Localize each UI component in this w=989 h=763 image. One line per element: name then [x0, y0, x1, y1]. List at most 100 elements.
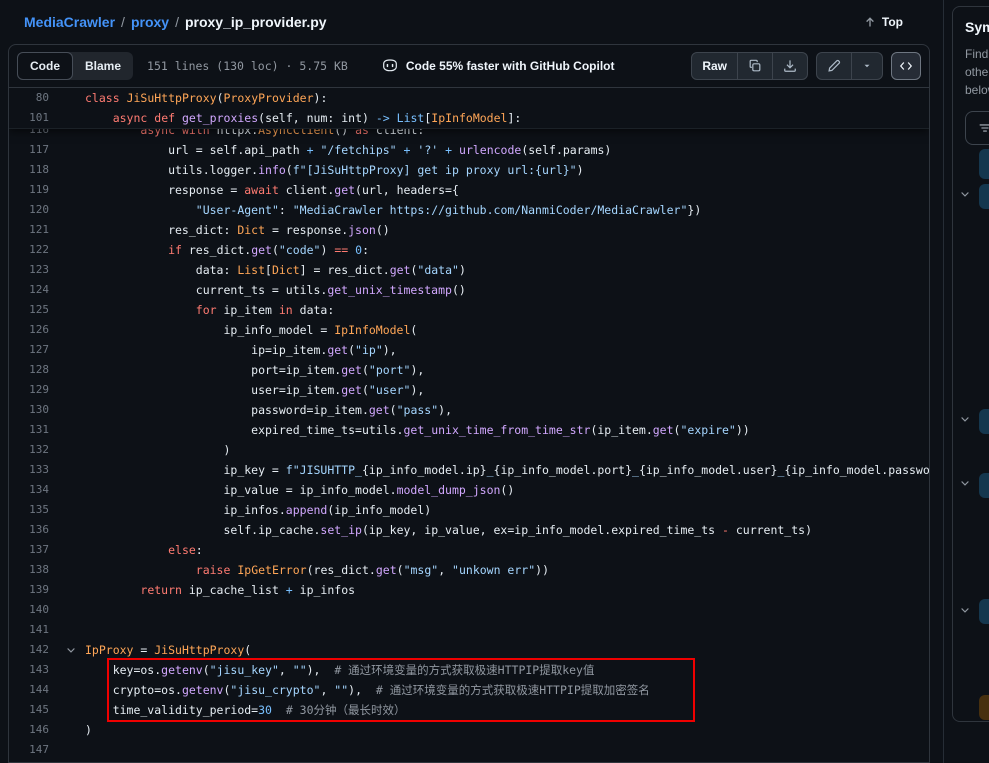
- description-line: other symbols in this file by clicking a…: [965, 63, 989, 81]
- gutter-spacer: [57, 660, 85, 680]
- code-editor: 116 async with httpx.AsyncClient() as cl…: [9, 88, 929, 762]
- code-line: 121 res_dict: Dict = response.json(): [9, 220, 929, 240]
- code-line: 123 data: List[Dict] = res_dict.get("dat…: [9, 260, 929, 280]
- symbol-item[interactable]: [979, 149, 989, 179]
- code-line: 134 ip_value = ip_info_model.model_dump_…: [9, 480, 929, 500]
- chevron-down-icon[interactable]: [959, 476, 971, 494]
- line-number[interactable]: 101: [9, 108, 57, 128]
- breadcrumb-filename: proxy_ip_provider.py: [185, 14, 327, 30]
- copy-icon: [748, 59, 762, 73]
- description-line: below.: [965, 81, 989, 99]
- line-number[interactable]: 118: [9, 160, 57, 180]
- gutter-spacer: [57, 340, 85, 360]
- code-text: key=os.getenv("jisu_key", ""), # 通过环境变量的…: [85, 660, 929, 680]
- gutter-spacer: [57, 720, 85, 740]
- line-number[interactable]: 126: [9, 320, 57, 340]
- chevron-down-icon[interactable]: [959, 412, 971, 430]
- line-number[interactable]: 138: [9, 560, 57, 580]
- line-number[interactable]: 144: [9, 680, 57, 700]
- collapse-chevron-icon[interactable]: [57, 640, 85, 660]
- symbols-panel-description: Find definitions and references for func…: [965, 45, 989, 99]
- line-number[interactable]: 132: [9, 440, 57, 460]
- code-text: res_dict: Dict = response.json(): [85, 220, 929, 240]
- symbol-item[interactable]: [979, 184, 989, 209]
- code-text: expired_time_ts=utils.get_unix_time_from…: [85, 420, 929, 440]
- gutter-spacer: [57, 240, 85, 260]
- line-number[interactable]: 146: [9, 720, 57, 740]
- symbol-item[interactable]: [979, 409, 989, 434]
- breadcrumb-folder-link[interactable]: proxy: [131, 14, 169, 30]
- gutter-spacer: [57, 420, 85, 440]
- breadcrumb-separator: /: [175, 14, 179, 30]
- line-number[interactable]: 135: [9, 500, 57, 520]
- line-number[interactable]: 136: [9, 520, 57, 540]
- chevron-down-icon[interactable]: [959, 187, 971, 205]
- raw-button[interactable]: Raw: [692, 53, 738, 79]
- copilot-banner[interactable]: Code 55% faster with GitHub Copilot: [382, 58, 615, 74]
- breadcrumb: MediaCrawler / proxy / proxy_ip_provider…: [0, 0, 943, 44]
- code-line: 133 ip_key = f"JISUHTTP_{ip_info_model.i…: [9, 460, 929, 480]
- line-number[interactable]: 119: [9, 180, 57, 200]
- line-number[interactable]: 131: [9, 420, 57, 440]
- line-number[interactable]: 133: [9, 460, 57, 480]
- code-line: 132 ): [9, 440, 929, 460]
- file-meta: 151 lines (130 loc) · 5.75 KB: [147, 59, 348, 73]
- line-number[interactable]: 137: [9, 540, 57, 560]
- code-line: 125 for ip_item in data:: [9, 300, 929, 320]
- breadcrumb-repo-link[interactable]: MediaCrawler: [24, 14, 115, 30]
- line-number[interactable]: 120: [9, 200, 57, 220]
- line-number[interactable]: 117: [9, 140, 57, 160]
- code-view-column: MediaCrawler / proxy / proxy_ip_provider…: [0, 0, 944, 763]
- line-number[interactable]: 128: [9, 360, 57, 380]
- line-number[interactable]: 143: [9, 660, 57, 680]
- line-number[interactable]: 140: [9, 600, 57, 620]
- symbol-item[interactable]: [979, 599, 989, 624]
- copy-button[interactable]: [738, 53, 773, 79]
- line-number[interactable]: 130: [9, 400, 57, 420]
- triangle-down-icon: [862, 61, 872, 71]
- line-number[interactable]: 127: [9, 340, 57, 360]
- line-number[interactable]: 125: [9, 300, 57, 320]
- symbols-panel-toggle[interactable]: [891, 52, 921, 80]
- line-number[interactable]: 124: [9, 280, 57, 300]
- filter-symbols-input[interactable]: [965, 111, 989, 145]
- gutter-spacer: [57, 620, 85, 640]
- scroll-to-top-button[interactable]: Top: [864, 15, 903, 29]
- gutter-spacer: [57, 600, 85, 620]
- edit-button[interactable]: [817, 53, 852, 79]
- edit-dropdown-button[interactable]: [852, 53, 882, 79]
- tab-code[interactable]: Code: [17, 52, 73, 80]
- code-line: 143 key=os.getenv("jisu_key", ""), # 通过环…: [9, 660, 929, 680]
- symbol-item[interactable]: [979, 473, 989, 498]
- chevron-down-icon[interactable]: [959, 603, 971, 621]
- gutter-spacer: [57, 160, 85, 180]
- tab-blame[interactable]: Blame: [73, 52, 133, 80]
- gutter-spacer: [57, 580, 85, 600]
- code-line: 135 ip_infos.append(ip_info_model): [9, 500, 929, 520]
- top-label: Top: [882, 15, 903, 29]
- download-button[interactable]: [773, 53, 807, 79]
- gutter-spacer: [57, 380, 85, 400]
- code-line: 127 ip=ip_item.get("ip"),: [9, 340, 929, 360]
- copilot-banner-text: Code 55% faster with GitHub Copilot: [406, 59, 615, 73]
- line-number[interactable]: 142: [9, 640, 57, 660]
- line-number[interactable]: 122: [9, 240, 57, 260]
- line-number[interactable]: 80: [9, 88, 57, 108]
- code-line: 144 crypto=os.getenv("jisu_crypto", ""),…: [9, 680, 929, 700]
- symbol-item[interactable]: [979, 695, 989, 720]
- arrow-up-icon: [864, 16, 876, 28]
- code-text: [85, 600, 929, 620]
- code-text: response = await client.get(url, headers…: [85, 180, 929, 200]
- line-number[interactable]: 121: [9, 220, 57, 240]
- code-text: else:: [85, 540, 929, 560]
- line-number[interactable]: 123: [9, 260, 57, 280]
- line-number[interactable]: 129: [9, 380, 57, 400]
- gutter-spacer: [57, 740, 85, 760]
- line-number[interactable]: 139: [9, 580, 57, 600]
- line-number[interactable]: 145: [9, 700, 57, 720]
- line-number[interactable]: 147: [9, 740, 57, 760]
- code-text: ip_key = f"JISUHTTP_{ip_info_model.ip}_{…: [85, 460, 929, 480]
- gutter-spacer: [57, 680, 85, 700]
- line-number[interactable]: 134: [9, 480, 57, 500]
- line-number[interactable]: 141: [9, 620, 57, 640]
